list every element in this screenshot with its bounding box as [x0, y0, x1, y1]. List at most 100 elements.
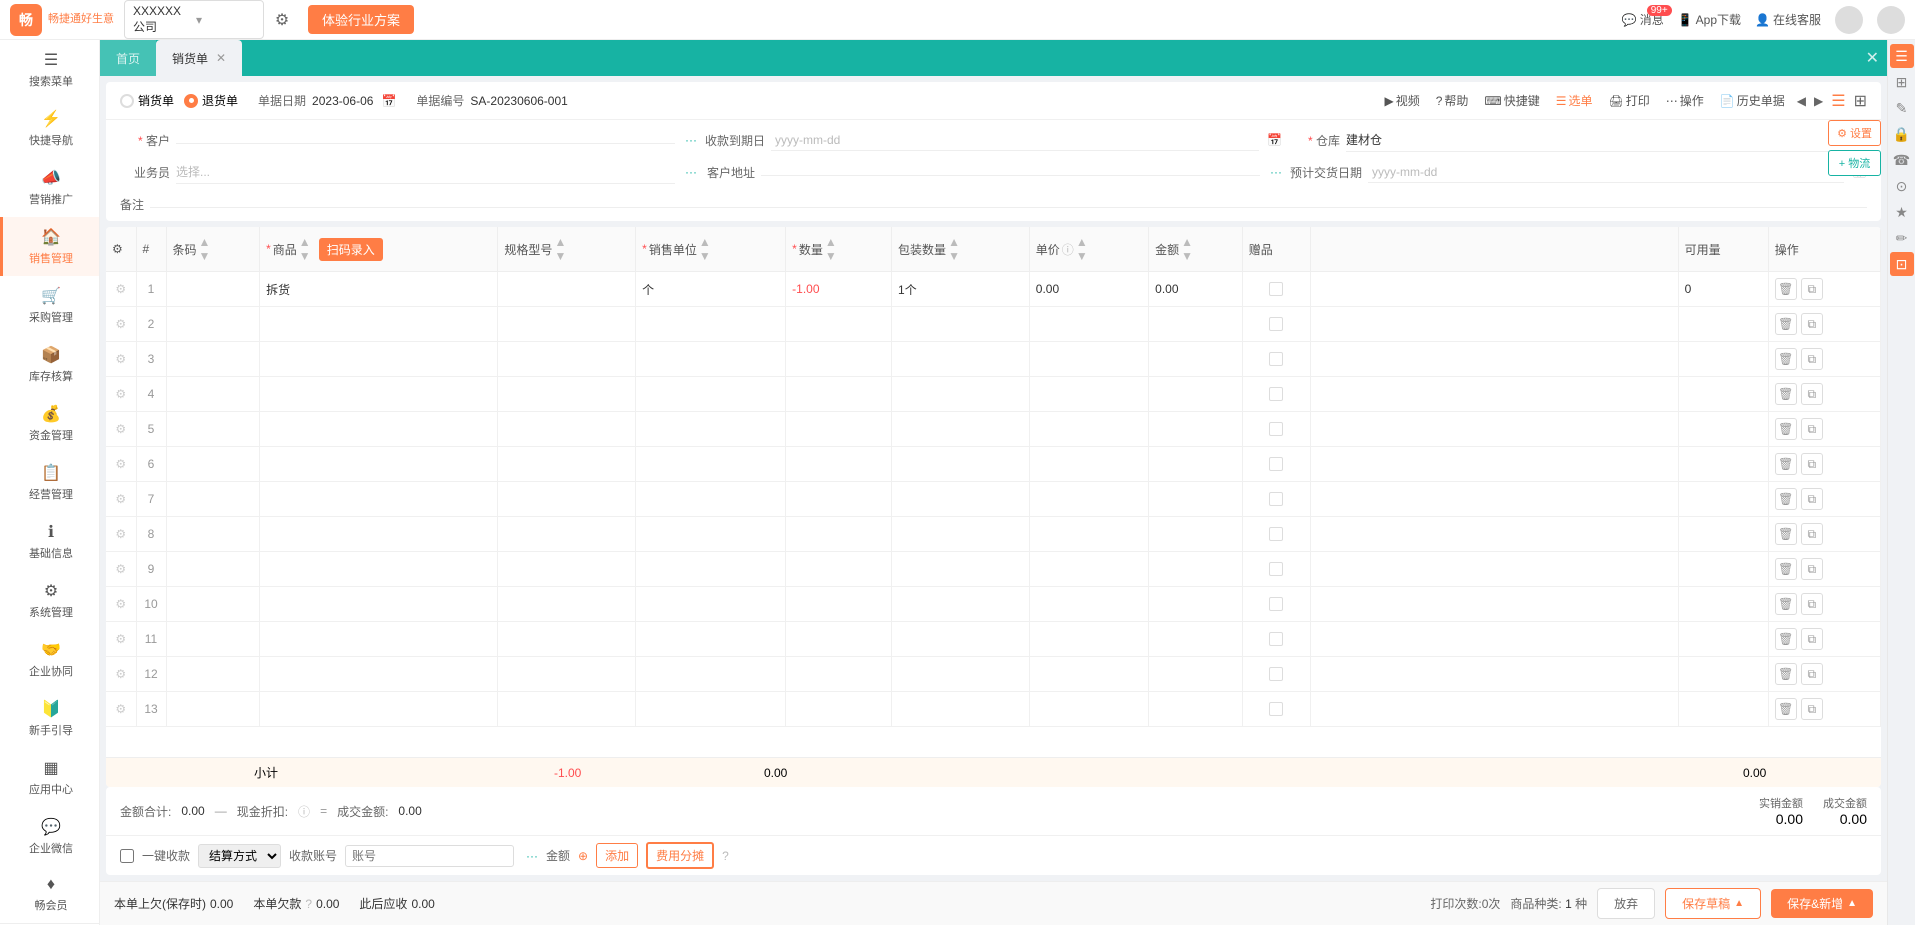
- radio-sales[interactable]: 销货单: [120, 92, 174, 109]
- row-remark[interactable]: [1310, 412, 1678, 447]
- row-product[interactable]: 拆货: [260, 272, 498, 307]
- row-pkgqty[interactable]: [892, 517, 1030, 552]
- row-pkgqty[interactable]: [892, 307, 1030, 342]
- row-unitprice[interactable]: [1029, 342, 1148, 377]
- row-remark[interactable]: [1310, 587, 1678, 622]
- row-remark[interactable]: [1310, 272, 1678, 307]
- row-product[interactable]: [260, 587, 498, 622]
- row-product[interactable]: [260, 552, 498, 587]
- row-product[interactable]: [260, 412, 498, 447]
- online-service-button[interactable]: 👤 在线客服: [1755, 11, 1821, 28]
- save-new-button[interactable]: 保存&新增 ▲: [1771, 889, 1873, 918]
- row-unitprice[interactable]: 0.00: [1029, 272, 1148, 307]
- row-remark[interactable]: [1310, 622, 1678, 657]
- copy-row-icon[interactable]: ⧉: [1801, 383, 1823, 405]
- trial-button[interactable]: 体验行业方案: [308, 5, 414, 34]
- row-qty[interactable]: [786, 622, 892, 657]
- account-input[interactable]: [345, 845, 514, 867]
- row-gift[interactable]: [1242, 307, 1310, 342]
- row-spec[interactable]: [498, 412, 636, 447]
- app-download-button[interactable]: 📱 App下载: [1678, 11, 1741, 28]
- avatar-2[interactable]: [1877, 6, 1905, 34]
- row-gift[interactable]: [1242, 447, 1310, 482]
- row-unit[interactable]: [636, 517, 786, 552]
- row-unit[interactable]: [636, 412, 786, 447]
- row-amount[interactable]: [1149, 412, 1243, 447]
- row-product[interactable]: [260, 692, 498, 727]
- add-payment-icon[interactable]: ⊕: [578, 849, 588, 863]
- row-amount[interactable]: [1149, 622, 1243, 657]
- row-pkgqty[interactable]: [892, 447, 1030, 482]
- one-click-payment-checkbox[interactable]: [120, 849, 134, 863]
- row-product[interactable]: [260, 657, 498, 692]
- row-unitprice[interactable]: [1029, 447, 1148, 482]
- row-gift[interactable]: [1242, 412, 1310, 447]
- row-qty[interactable]: [786, 307, 892, 342]
- row-product[interactable]: [260, 377, 498, 412]
- sidebar-item-quick[interactable]: ⚡ 快捷导航: [0, 99, 99, 158]
- row-unitprice[interactable]: [1029, 622, 1148, 657]
- copy-row-icon[interactable]: ⧉: [1801, 593, 1823, 615]
- row-amount[interactable]: 0.00: [1149, 272, 1243, 307]
- delete-row-icon[interactable]: 🗑: [1775, 418, 1797, 440]
- row-barcode[interactable]: [166, 342, 260, 377]
- payment-method-select[interactable]: 结算方式: [198, 844, 281, 868]
- tab-sales-order[interactable]: 销货单 ✕: [156, 40, 242, 76]
- sidebar-item-basic[interactable]: ℹ 基础信息: [0, 512, 99, 571]
- delete-row-icon[interactable]: 🗑: [1775, 488, 1797, 510]
- close-tab-icon[interactable]: ✕: [216, 51, 226, 65]
- copy-row-icon[interactable]: ⧉: [1801, 313, 1823, 335]
- row-spec[interactable]: [498, 657, 636, 692]
- row-pkgqty[interactable]: [892, 342, 1030, 377]
- row-barcode[interactable]: [166, 657, 260, 692]
- delete-row-icon[interactable]: 🗑: [1775, 628, 1797, 650]
- table-scroll[interactable]: ⚙ # 条码▲▼ *商品▲▼ 扫码录入: [106, 227, 1881, 757]
- right-tool-edit[interactable]: ✎: [1890, 96, 1914, 120]
- row-gift[interactable]: [1242, 377, 1310, 412]
- delete-row-icon[interactable]: 🗑: [1775, 348, 1797, 370]
- delete-row-icon[interactable]: 🗑: [1775, 558, 1797, 580]
- message-button[interactable]: 💬 消息 99+: [1622, 11, 1664, 28]
- row-barcode[interactable]: [166, 552, 260, 587]
- sidebar-item-inventory[interactable]: 📦 库存核算: [0, 335, 99, 394]
- avatar[interactable]: [1835, 6, 1863, 34]
- row-unit[interactable]: [636, 552, 786, 587]
- row-remark[interactable]: [1310, 307, 1678, 342]
- delete-row-icon[interactable]: 🗑: [1775, 663, 1797, 685]
- save-draft-button[interactable]: 保存草稿 ▲: [1665, 888, 1761, 919]
- row-amount[interactable]: [1149, 657, 1243, 692]
- row-product[interactable]: [260, 342, 498, 377]
- select-btn[interactable]: ☰ 选单: [1552, 90, 1597, 111]
- delete-row-icon[interactable]: 🗑: [1775, 278, 1797, 300]
- discard-button[interactable]: 放弃: [1597, 888, 1655, 919]
- row-unit[interactable]: [636, 307, 786, 342]
- delete-row-icon[interactable]: 🗑: [1775, 698, 1797, 720]
- row-barcode[interactable]: [166, 622, 260, 657]
- row-spec[interactable]: [498, 272, 636, 307]
- form-settings-button[interactable]: ⚙ 设置: [1828, 120, 1881, 146]
- row-barcode[interactable]: [166, 377, 260, 412]
- row-unitprice[interactable]: [1029, 307, 1148, 342]
- scan-button[interactable]: 扫码录入: [319, 238, 383, 261]
- sidebar-item-guide[interactable]: 🔰 新手引导: [0, 689, 99, 748]
- video-btn[interactable]: ▶ 视频: [1380, 90, 1423, 111]
- copy-row-icon[interactable]: ⧉: [1801, 453, 1823, 475]
- row-spec[interactable]: [498, 587, 636, 622]
- copy-row-icon[interactable]: ⧉: [1801, 698, 1823, 720]
- copy-row-icon[interactable]: ⧉: [1801, 663, 1823, 685]
- address-input[interactable]: [761, 169, 1260, 176]
- row-barcode[interactable]: [166, 307, 260, 342]
- right-tool-grid[interactable]: ⊞: [1890, 70, 1914, 94]
- row-unit[interactable]: 个: [636, 272, 786, 307]
- row-barcode[interactable]: [166, 447, 260, 482]
- row-barcode[interactable]: [166, 517, 260, 552]
- row-pkgqty[interactable]: [892, 482, 1030, 517]
- right-tool-phone[interactable]: ☎: [1890, 148, 1914, 172]
- delete-row-icon[interactable]: 🗑: [1775, 523, 1797, 545]
- row-amount[interactable]: [1149, 482, 1243, 517]
- row-product[interactable]: [260, 482, 498, 517]
- row-unit[interactable]: [636, 587, 786, 622]
- copy-row-icon[interactable]: ⧉: [1801, 523, 1823, 545]
- radio-return[interactable]: 退货单: [184, 92, 238, 109]
- row-gift[interactable]: [1242, 552, 1310, 587]
